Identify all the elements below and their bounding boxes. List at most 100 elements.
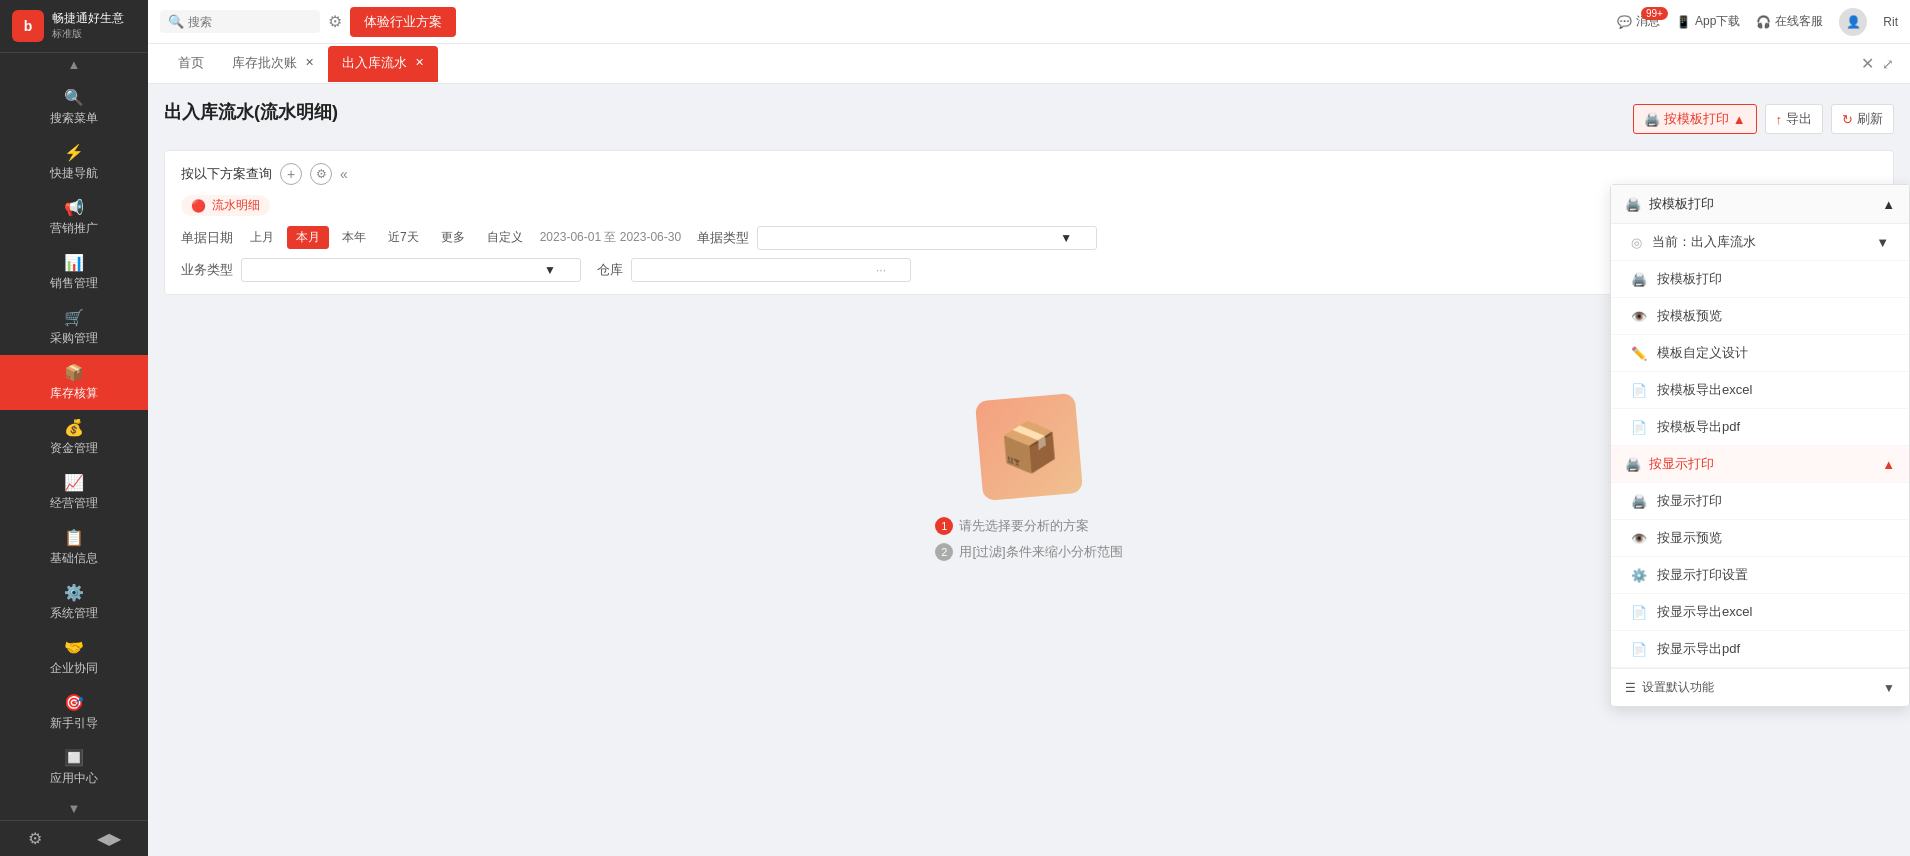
dp-tmpl-excel-icon: 📄 xyxy=(1631,383,1647,398)
sidebar-item-system[interactable]: ⚙️ 系统管理 xyxy=(0,575,148,630)
sidebar-item-label: 销售管理 xyxy=(50,275,98,292)
tab-batch-label: 库存批次账 xyxy=(232,54,297,72)
dp-display-export-excel[interactable]: 📄 按显示导出excel xyxy=(1611,594,1909,631)
dp-display-subheader[interactable]: 🖨️ 按显示打印 ▲ xyxy=(1611,446,1909,483)
dp-tmpl-preview-icon: 👁️ xyxy=(1631,309,1647,324)
tab-batch[interactable]: 库存批次账 ✕ xyxy=(218,46,328,82)
refresh-label: 刷新 xyxy=(1857,110,1883,128)
sidebar-item-partner[interactable]: 🤝 企业协同 xyxy=(0,630,148,685)
sidebar-item-operation[interactable]: 📈 经营管理 xyxy=(0,465,148,520)
dp-display-settings[interactable]: ⚙️ 按显示打印设置 xyxy=(1611,557,1909,594)
tab-flow-close[interactable]: ✕ xyxy=(415,56,424,69)
search-input[interactable] xyxy=(188,15,312,29)
doctype-chevron-icon: ▼ xyxy=(1060,231,1072,245)
dp-current-chevron: ▼ xyxy=(1876,235,1889,250)
tabbar-expand-btn[interactable]: ⤢ xyxy=(1882,56,1894,72)
sidebar-item-marketing[interactable]: 📢 营销推广 xyxy=(0,190,148,245)
sidebar-item-finance[interactable]: 💰 资金管理 xyxy=(0,410,148,465)
filter-collapse-icon[interactable]: « xyxy=(340,166,348,182)
empty-illustration: 📦 xyxy=(975,393,1083,501)
trial-btn[interactable]: 体验行业方案 xyxy=(350,7,456,37)
sidebar-item-apps[interactable]: 🔲 应用中心 xyxy=(0,740,148,795)
refresh-btn[interactable]: ↻ 刷新 xyxy=(1831,104,1894,134)
tab-batch-close[interactable]: ✕ xyxy=(305,56,314,69)
sidebar-item-guide[interactable]: 🎯 新手引导 xyxy=(0,685,148,740)
topbar-avatar[interactable]: 👤 xyxy=(1839,8,1867,36)
dp-template-header[interactable]: 🖨️ 按模板打印 ▲ xyxy=(1611,185,1909,224)
search-icon: 🔍 xyxy=(64,88,84,107)
sidebar-item-label: 营销推广 xyxy=(50,220,98,237)
empty-hints: 1 请先选择要分析的方案 2 用[过滤]条件来缩小分析范围 xyxy=(935,513,1122,565)
app-icon: 📱 xyxy=(1676,15,1691,29)
dp-disp-excel-label: 按显示导出excel xyxy=(1657,603,1752,621)
tabbar-right: ✕ ⤢ xyxy=(1861,54,1894,73)
doctype-label: 单据类型 xyxy=(697,229,749,247)
date-btn-custom[interactable]: 自定义 xyxy=(478,226,532,249)
sidebar-item-basic[interactable]: 📋 基础信息 xyxy=(0,520,148,575)
page-content: 出入库流水(流水明细) 🖨️ 按模板打印 ▲ ↑ 导出 ↻ 刷新 xyxy=(148,84,1910,856)
warehouse-select[interactable]: ··· xyxy=(631,258,911,282)
dp-footer[interactable]: ☰ 设置默认功能 ▼ xyxy=(1611,668,1909,706)
sidebar-item-label: 经营管理 xyxy=(50,495,98,512)
export-btn[interactable]: ↑ 导出 xyxy=(1765,104,1824,134)
print-btn[interactable]: 🖨️ 按模板打印 ▲ xyxy=(1633,104,1757,134)
dp-display-print[interactable]: 🖨️ 按显示打印 xyxy=(1611,483,1909,520)
sidebar-scroll-down[interactable]: ▼ xyxy=(0,797,148,820)
msg-badge: 99+ xyxy=(1641,7,1668,20)
sidebar-collapse-btn[interactable]: ◀▶ xyxy=(97,829,121,848)
sidebar-item-quick-nav[interactable]: ⚡ 快捷导航 xyxy=(0,135,148,190)
sidebar-item-search[interactable]: 🔍 搜索菜单 xyxy=(0,80,148,135)
print-icon: 🖨️ xyxy=(1644,112,1660,127)
filter-date-btns: 上月 本月 本年 近7天 更多 自定义 2023-06-01 至 2023-06… xyxy=(241,226,681,249)
tab-flow[interactable]: 出入库流水 ✕ xyxy=(328,46,438,82)
warehouse-label: 仓库 xyxy=(597,261,623,279)
dp-header-up-icon: ▲ xyxy=(1882,197,1895,212)
dp-display-export-pdf[interactable]: 📄 按显示导出pdf xyxy=(1611,631,1909,668)
filter-date-item: 单据日期 上月 本月 本年 近7天 更多 自定义 2023-06-01 至 20… xyxy=(181,226,681,249)
date-btn-last-month[interactable]: 上月 xyxy=(241,226,283,249)
tabbar-close-btn[interactable]: ✕ xyxy=(1861,54,1874,73)
date-btn-last7[interactable]: 近7天 xyxy=(379,226,428,249)
filter-tag: 🔴 流水明细 xyxy=(181,195,270,216)
date-btn-this-month[interactable]: 本月 xyxy=(287,226,329,249)
hint-num-1: 1 xyxy=(935,517,953,535)
sidebar-item-inventory[interactable]: 📦 库存核算 xyxy=(0,355,148,410)
tab-home[interactable]: 首页 xyxy=(164,46,218,82)
filter-add-btn[interactable]: + xyxy=(280,163,302,185)
sidebar-item-label: 基础信息 xyxy=(50,550,98,567)
filter-biztype-item: 业务类型 ▼ xyxy=(181,258,581,282)
topbar-gear-icon[interactable]: ⚙ xyxy=(328,12,342,31)
dp-template-export-excel[interactable]: 📄 按模板导出excel xyxy=(1611,372,1909,409)
doctype-select[interactable]: ▼ xyxy=(757,226,1097,250)
dp-template-design[interactable]: ✏️ 模板自定义设计 xyxy=(1611,335,1909,372)
topbar: 🔍 ⚙ 体验行业方案 💬 消息 99+ 📱 App下载 🎧 在线客服 👤 Ri xyxy=(148,0,1910,44)
dp-display-title: 按显示打印 xyxy=(1649,455,1714,473)
sidebar-settings-btn[interactable]: ⚙ xyxy=(28,829,42,848)
dp-current-label: 当前：出入库流水 xyxy=(1652,233,1756,251)
date-btn-more[interactable]: 更多 xyxy=(432,226,474,249)
sidebar-logo: b 畅捷通好生意 标准版 xyxy=(0,0,148,53)
dp-template-preview[interactable]: 👁️ 按模板预览 xyxy=(1611,298,1909,335)
apps-icon: 🔲 xyxy=(64,748,84,767)
biztype-label: 业务类型 xyxy=(181,261,233,279)
system-icon: ⚙️ xyxy=(64,583,84,602)
date-btn-this-year[interactable]: 本年 xyxy=(333,226,375,249)
sidebar-item-sales[interactable]: 📊 销售管理 xyxy=(0,245,148,300)
filter-tag-label: 流水明细 xyxy=(212,197,260,214)
topbar-search[interactable]: 🔍 xyxy=(160,10,320,33)
biztype-select[interactable]: ▼ xyxy=(241,258,581,282)
topbar-app-btn[interactable]: 📱 App下载 xyxy=(1676,13,1740,30)
tag-icon: 🔴 xyxy=(191,199,206,213)
dp-template-export-pdf[interactable]: 📄 按模板导出pdf xyxy=(1611,409,1909,446)
topbar-msg-btn[interactable]: 💬 消息 99+ xyxy=(1617,13,1660,30)
dp-template-title: 按模板打印 xyxy=(1649,195,1714,213)
sidebar-scroll-up[interactable]: ▲ xyxy=(0,53,148,76)
dp-current-item[interactable]: ◎ 当前：出入库流水 ▼ xyxy=(1611,224,1909,261)
dp-display-preview[interactable]: 👁️ 按显示预览 xyxy=(1611,520,1909,557)
dp-template-print[interactable]: 🖨️ 按模板打印 xyxy=(1611,261,1909,298)
filter-settings-btn[interactable]: ⚙ xyxy=(310,163,332,185)
logo-sub: 标准版 xyxy=(52,27,124,41)
topbar-service-btn[interactable]: 🎧 在线客服 xyxy=(1756,13,1823,30)
topbar-username[interactable]: Rit xyxy=(1883,15,1898,29)
sidebar-item-purchase[interactable]: 🛒 采购管理 xyxy=(0,300,148,355)
